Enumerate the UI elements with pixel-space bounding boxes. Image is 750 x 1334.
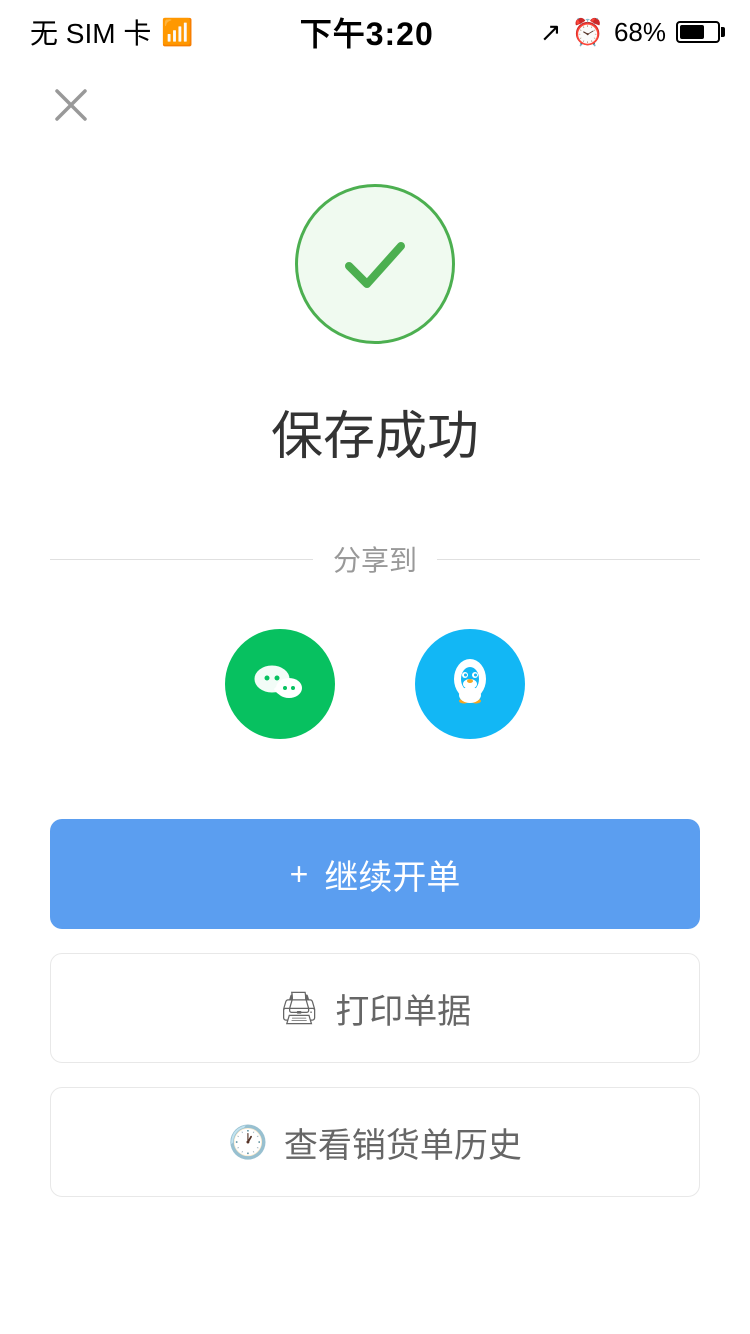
history-button[interactable]: 🕐 查看销货单历史 xyxy=(50,1087,700,1197)
checkmark-icon xyxy=(335,224,415,304)
divider-right xyxy=(437,559,700,560)
battery-pct: 68% xyxy=(614,17,666,48)
close-button[interactable] xyxy=(46,80,96,130)
qq-share-button[interactable] xyxy=(415,629,525,739)
success-title: 保存成功 xyxy=(271,394,479,469)
wifi-icon: 📶 xyxy=(161,17,193,48)
alarm-icon: ⏰ xyxy=(572,17,604,48)
history-label: 查看销货单历史 xyxy=(284,1118,522,1167)
share-icons xyxy=(225,629,525,739)
success-circle xyxy=(295,184,455,344)
print-icon: 🖨 xyxy=(279,989,320,1027)
qq-icon xyxy=(438,651,502,718)
battery-icon xyxy=(676,21,720,43)
clock: 下午3:20 xyxy=(300,9,434,55)
close-icon xyxy=(53,87,89,123)
share-label: 分享到 xyxy=(313,539,437,579)
plus-icon: + xyxy=(290,856,309,893)
divider-left xyxy=(50,559,313,560)
location-icon: ↗ xyxy=(540,17,562,48)
sim-status: 无 SIM 卡 xyxy=(30,12,151,52)
main-content: 保存成功 分享到 xyxy=(0,64,750,1197)
status-right: ↗ ⏰ 68% xyxy=(540,17,720,48)
action-buttons: + 继续开单 🖨 打印单据 🕐 查看销货单历史 xyxy=(0,819,750,1197)
status-left: 无 SIM 卡 📶 xyxy=(30,12,194,52)
clock-icon: 🕐 xyxy=(228,1123,268,1161)
print-label: 打印单据 xyxy=(335,984,471,1033)
share-divider: 分享到 xyxy=(0,539,750,579)
status-bar: 无 SIM 卡 📶 下午3:20 ↗ ⏰ 68% xyxy=(0,0,750,64)
print-button[interactable]: 🖨 打印单据 xyxy=(50,953,700,1063)
continue-order-button[interactable]: + 继续开单 xyxy=(50,819,700,929)
wechat-share-button[interactable] xyxy=(225,629,335,739)
wechat-icon xyxy=(248,651,312,718)
continue-label: 继续开单 xyxy=(324,850,460,899)
